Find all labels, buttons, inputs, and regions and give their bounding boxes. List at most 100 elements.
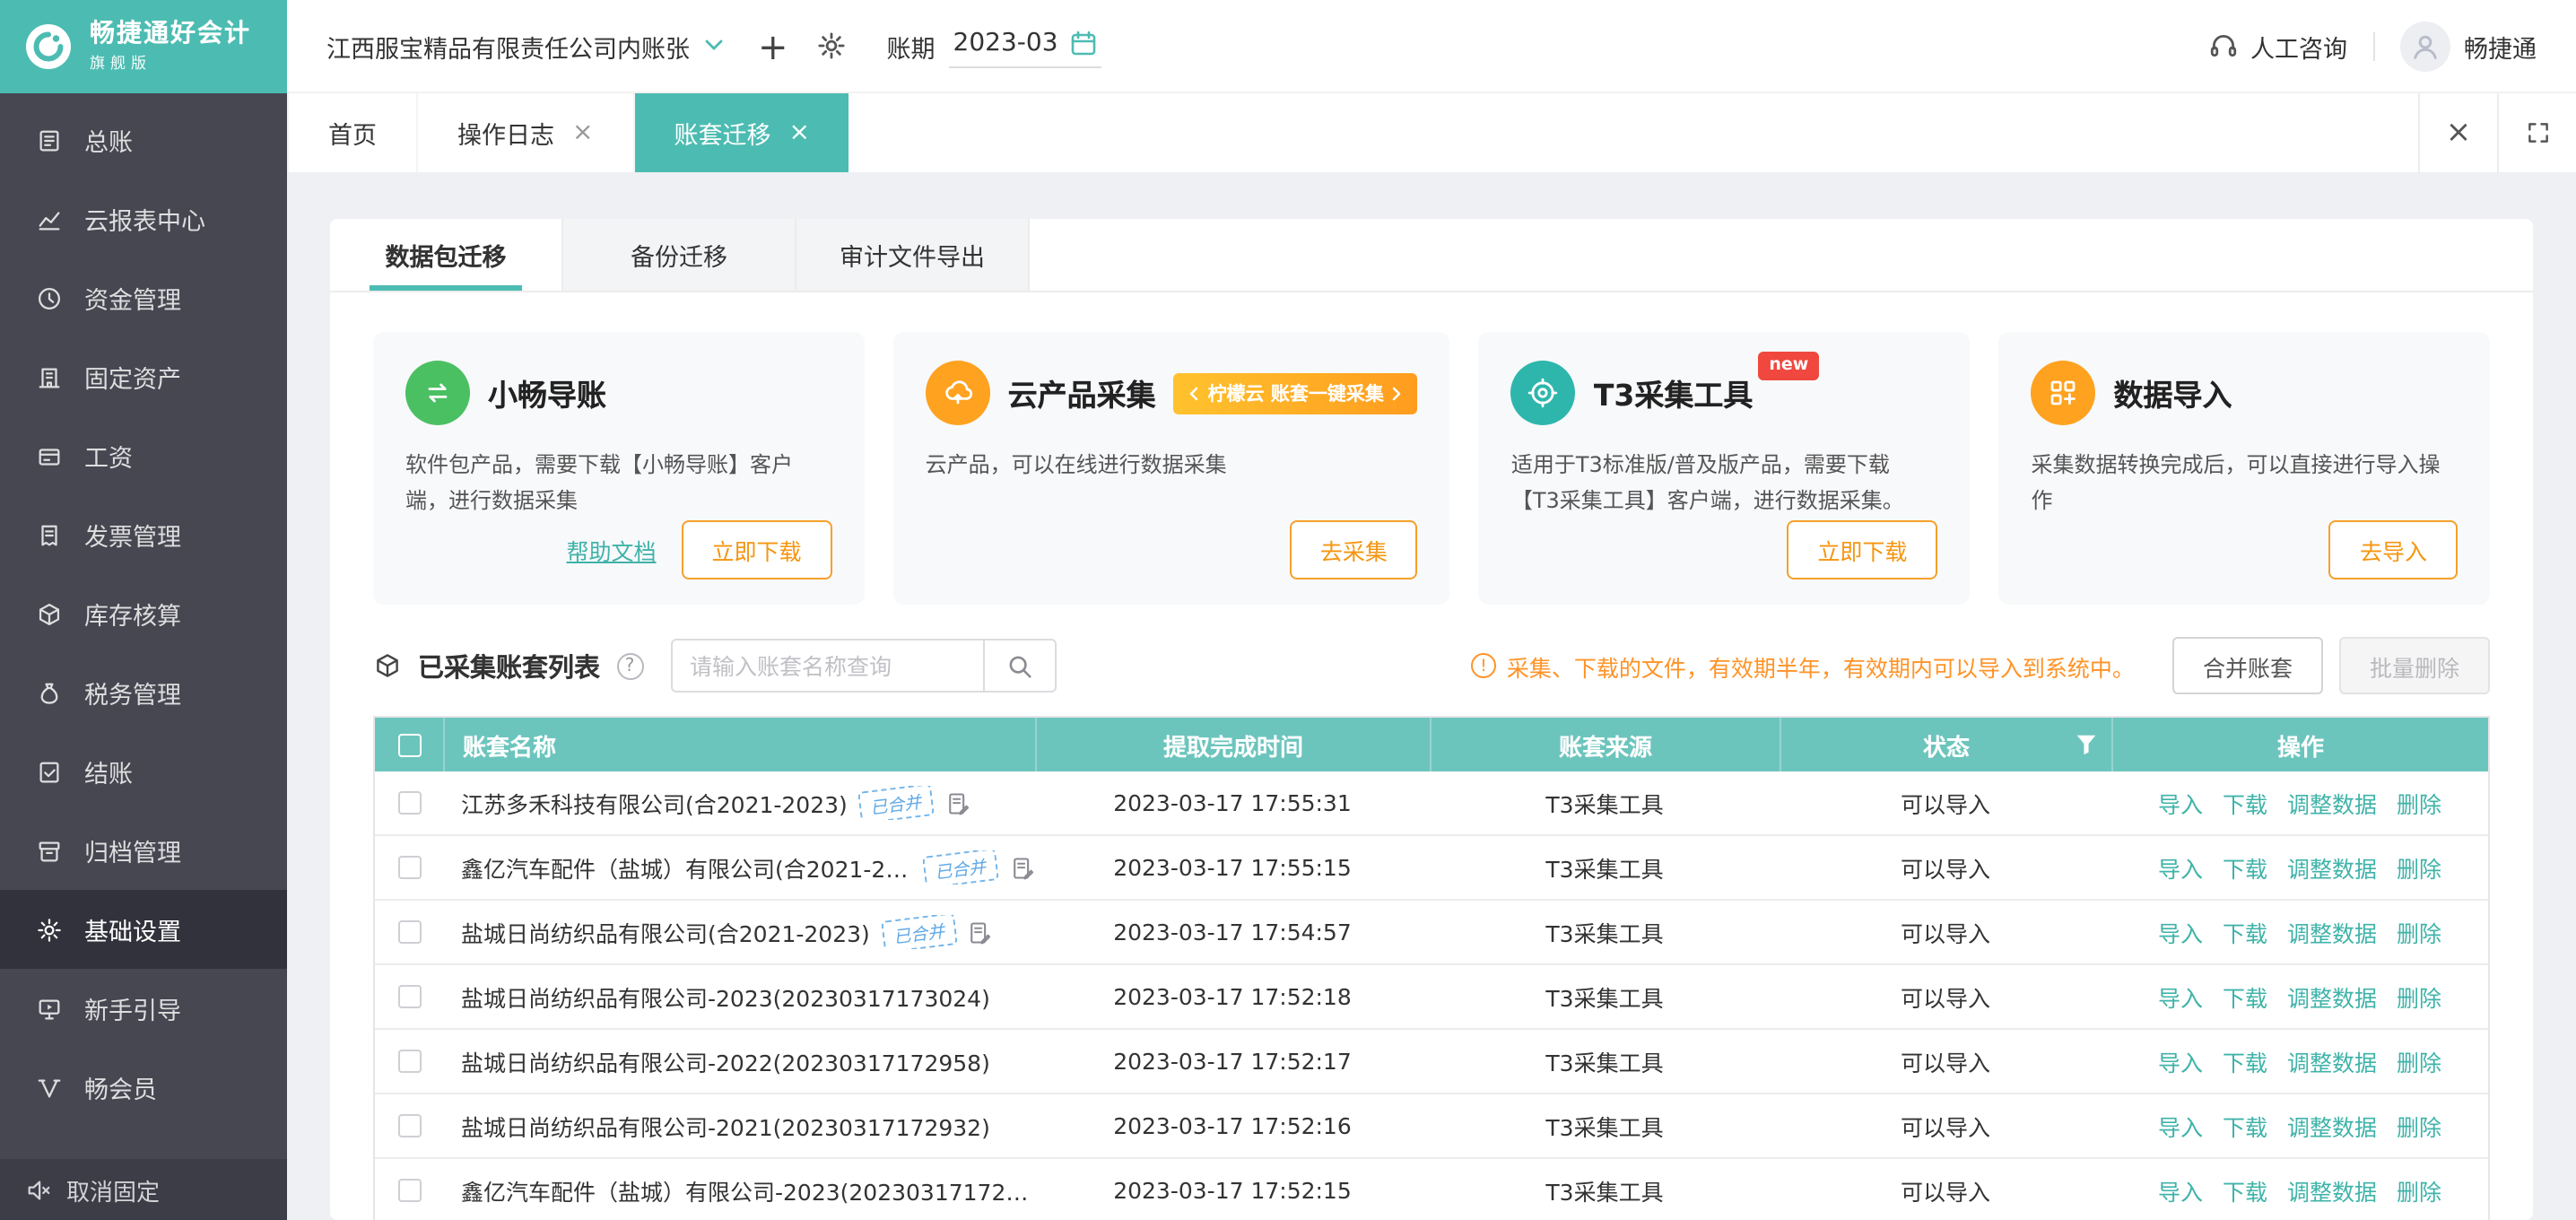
go-collect-button[interactable]: 去采集	[1289, 520, 1418, 580]
select-all-checkbox[interactable]	[397, 733, 421, 756]
row-action-import[interactable]: 导入	[2158, 1173, 2203, 1207]
sidebar-item-archive[interactable]: 归档管理	[0, 811, 287, 890]
row-action-download[interactable]: 下载	[2223, 1044, 2267, 1078]
row-checkbox[interactable]	[397, 1050, 421, 1073]
unpin-button[interactable]: 取消固定	[0, 1159, 287, 1220]
import-status: 可以导入	[1900, 856, 1990, 883]
download-button[interactable]: 立即下载	[681, 520, 832, 580]
row-action-download[interactable]: 下载	[2223, 786, 2267, 820]
row-action-download[interactable]: 下载	[2223, 850, 2267, 884]
row-action-adjust[interactable]: 调整数据	[2287, 1044, 2377, 1078]
card-description: 软件包产品，需要下载【小畅导账】客户端，进行数据采集	[405, 452, 794, 514]
user-menu[interactable]: 畅捷通	[2399, 21, 2537, 71]
migtab-data-package[interactable]: 数据包迁移	[330, 219, 563, 291]
sidebar-item-label: 税务管理	[84, 682, 181, 710]
tool-cards: 小畅导账 软件包产品，需要下载【小畅导账】客户端，进行数据采集 帮助文档 立即下…	[373, 332, 2490, 605]
row-action-adjust[interactable]: 调整数据	[2287, 980, 2377, 1014]
doc-edit-icon[interactable]	[945, 790, 970, 815]
row-checkbox[interactable]	[397, 1114, 421, 1137]
tab-close-icon[interactable]: ×	[572, 120, 593, 145]
row-checkbox[interactable]	[397, 920, 421, 944]
sidebar-item-label: 归档管理	[84, 840, 181, 868]
table-row: 盐城日尚纺织品有限公司-2021(20230317172932) 2023-03…	[375, 1094, 2488, 1159]
help-icon[interactable]: ?	[616, 652, 643, 679]
row-action-delete[interactable]: 删除	[2397, 1109, 2441, 1143]
row-action-import[interactable]: 导入	[2158, 980, 2203, 1014]
row-action-adjust[interactable]: 调整数据	[2287, 786, 2377, 820]
row-action-delete[interactable]: 删除	[2397, 1044, 2441, 1078]
unpin-label: 取消固定	[66, 1180, 161, 1207]
migtab-audit-export[interactable]: 审计文件导出	[796, 219, 1030, 291]
row-action-delete[interactable]: 删除	[2397, 980, 2441, 1014]
row-action-adjust[interactable]: 调整数据	[2287, 1173, 2377, 1207]
sidebar-item-closing[interactable]: 结账	[0, 732, 287, 811]
tab-account-migration[interactable]: 账套迁移 ×	[634, 93, 849, 172]
sidebar-item-membership[interactable]: 畅会员	[0, 1048, 287, 1127]
row-checkbox[interactable]	[397, 856, 421, 879]
sidebar-item-fixed-assets[interactable]: 固定资产	[0, 337, 287, 416]
doc-edit-icon[interactable]	[968, 919, 993, 945]
filter-icon[interactable]	[2076, 734, 2097, 755]
row-action-download[interactable]: 下载	[2223, 1109, 2267, 1143]
sidebar-item-beginner-guide[interactable]: 新手引导	[0, 969, 287, 1048]
support-button[interactable]: 人工咨询	[2207, 28, 2347, 64]
guide-monitor-icon	[39, 998, 60, 1019]
migtab-label: 审计文件导出	[840, 244, 985, 273]
sidebar-item-tax[interactable]: 税务管理	[0, 653, 287, 732]
add-account-button[interactable]: +	[758, 28, 788, 64]
list-toolbar: 已采集账套列表 ? ! 采集、下载的文件，有效期半年，有效期内可以导入到系统中。…	[373, 637, 2490, 694]
extract-time: 2023-03-17 17:52:15	[1113, 1177, 1352, 1204]
company-selector[interactable]: 江西服宝精品有限责任公司内账张	[326, 28, 722, 64]
chevron-right-icon	[1393, 386, 1402, 400]
merge-accounts-button[interactable]: 合并账套	[2171, 637, 2323, 694]
row-action-download[interactable]: 下载	[2223, 1173, 2267, 1207]
help-doc-link[interactable]: 帮助文档	[567, 533, 657, 567]
row-action-adjust[interactable]: 调整数据	[2287, 915, 2377, 949]
sidebar-item-inventory[interactable]: 库存核算	[0, 574, 287, 653]
download-button[interactable]: 立即下载	[1787, 520, 1938, 580]
row-action-import[interactable]: 导入	[2158, 1044, 2203, 1078]
go-import-button[interactable]: 去导入	[2328, 520, 2458, 580]
row-checkbox[interactable]	[397, 791, 421, 815]
fullscreen-button[interactable]	[2497, 93, 2576, 172]
row-action-import[interactable]: 导入	[2158, 850, 2203, 884]
row-action-delete[interactable]: 删除	[2397, 786, 2441, 820]
migtab-label: 数据包迁移	[385, 244, 507, 273]
account-source: T3采集工具	[1545, 985, 1664, 1012]
search-button[interactable]	[984, 639, 1056, 693]
batch-delete-button[interactable]: 批量删除	[2338, 637, 2490, 694]
sidebar-item-invoices[interactable]: 发票管理	[0, 495, 287, 574]
doc-edit-icon[interactable]	[1010, 855, 1035, 880]
period-picker[interactable]: 2023-03	[949, 24, 1101, 67]
row-action-delete[interactable]: 删除	[2397, 915, 2441, 949]
table-header: 账套名称 提取完成时间 账套来源 状态 操作	[375, 718, 2488, 771]
sidebar-item-label: 云报表中心	[84, 208, 205, 237]
row-action-adjust[interactable]: 调整数据	[2287, 850, 2377, 884]
sidebar-item-salary[interactable]: 工资	[0, 416, 287, 495]
row-action-delete[interactable]: 删除	[2397, 850, 2441, 884]
row-checkbox[interactable]	[397, 1179, 421, 1202]
sidebar-item-funds[interactable]: 资金管理	[0, 258, 287, 337]
card-description: 适用于T3标准版/普及版产品，需要下载【T3采集工具】客户端，进行数据采集。	[1510, 452, 1904, 514]
person-icon	[2413, 34, 2436, 58]
migration-panel: 数据包迁移 备份迁移 审计文件导出 小畅导账 软件包产品，需要下载【小畅导账】客…	[330, 219, 2533, 1220]
row-action-import[interactable]: 导入	[2158, 1109, 2203, 1143]
row-action-import[interactable]: 导入	[2158, 786, 2203, 820]
tab-home[interactable]: 首页	[287, 93, 418, 172]
row-action-delete[interactable]: 删除	[2397, 1173, 2441, 1207]
sidebar-item-cloud-reports[interactable]: 云报表中心	[0, 179, 287, 258]
row-action-import[interactable]: 导入	[2158, 915, 2203, 949]
search-input[interactable]	[670, 639, 984, 693]
app-window: 畅捷通好会计 旗舰版 总账 云报表中心 资金管理 固定资产 工资 发票管理 库存…	[0, 0, 2576, 1220]
row-action-download[interactable]: 下载	[2223, 980, 2267, 1014]
row-checkbox[interactable]	[397, 985, 421, 1008]
row-action-adjust[interactable]: 调整数据	[2287, 1109, 2377, 1143]
settings-gear-button[interactable]	[817, 30, 848, 61]
sidebar-item-general-ledger[interactable]: 总账	[0, 100, 287, 179]
row-action-download[interactable]: 下载	[2223, 915, 2267, 949]
close-tabs-button[interactable]: ×	[2418, 93, 2497, 172]
tab-close-icon[interactable]: ×	[788, 120, 809, 145]
sidebar-item-basic-settings[interactable]: 基础设置	[0, 890, 287, 969]
migtab-backup[interactable]: 备份迁移	[563, 219, 796, 291]
tab-operation-log[interactable]: 操作日志 ×	[418, 93, 635, 172]
